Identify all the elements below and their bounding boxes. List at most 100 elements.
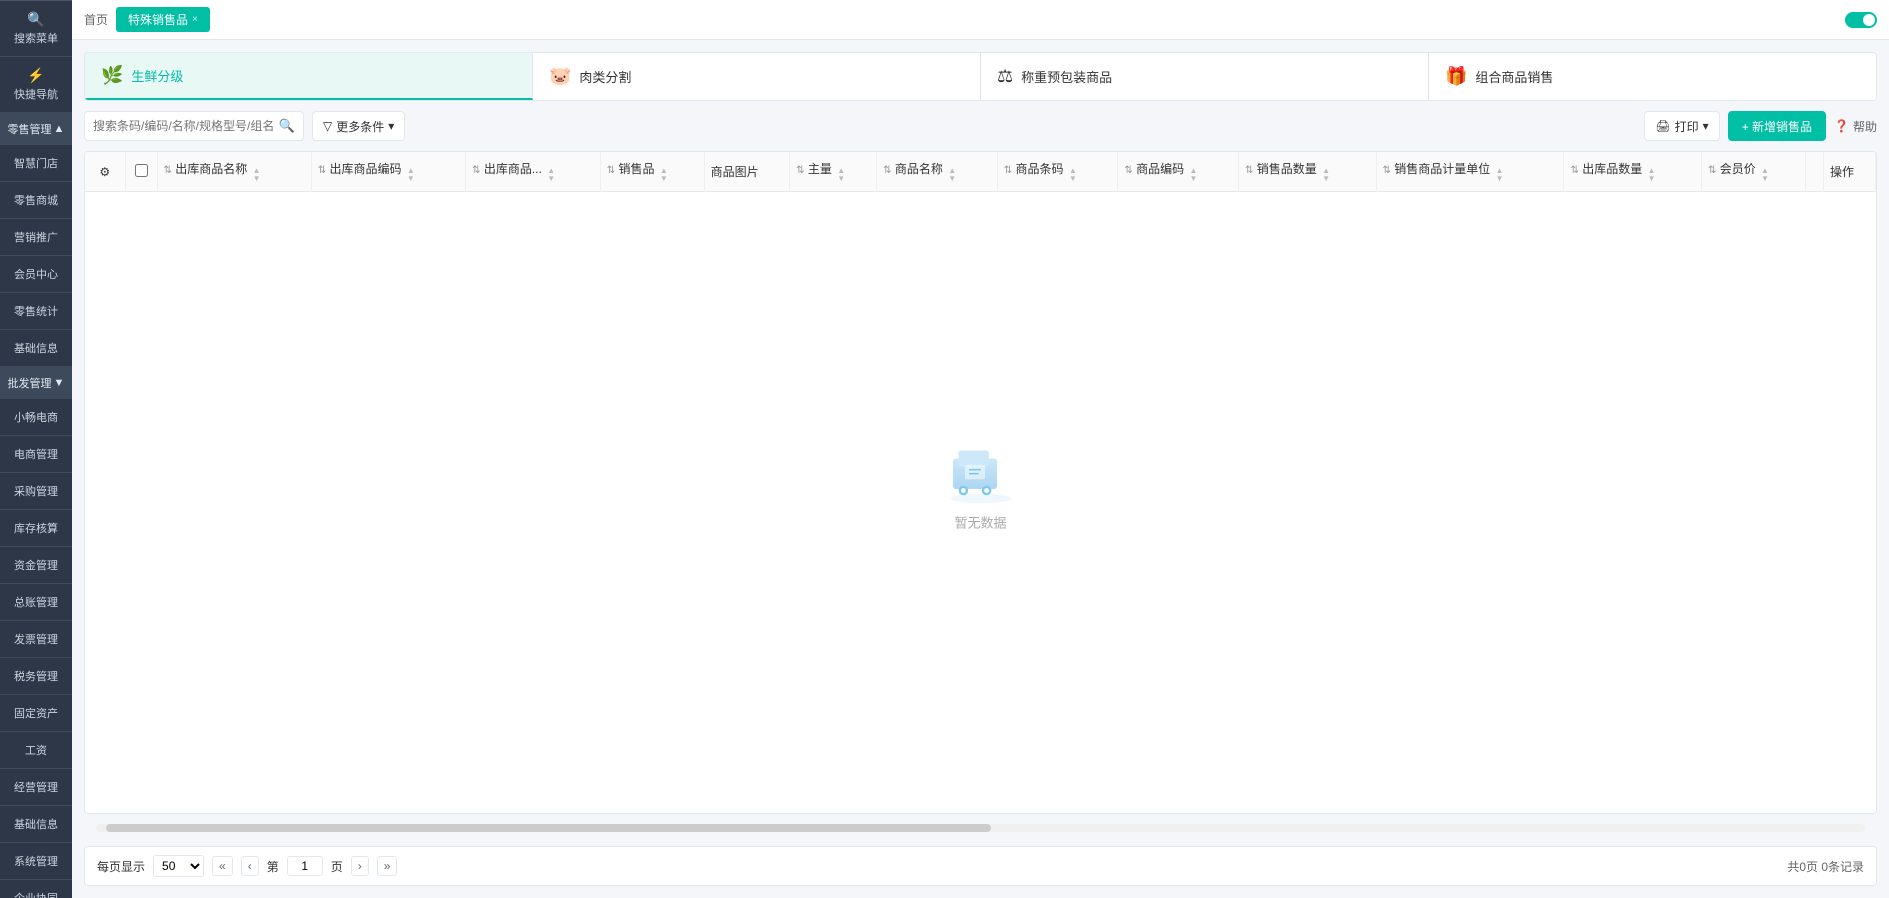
tab-meat-cut-label: 肉类分割 bbox=[579, 67, 631, 86]
th-action: 操作 bbox=[1823, 152, 1875, 192]
th-settings[interactable]: ⚙ bbox=[85, 152, 125, 192]
scrollbar-thumb[interactable] bbox=[106, 824, 991, 832]
tab-combo-sales[interactable]: 🎁 组合商品销售 bbox=[1429, 53, 1876, 100]
sidebar-item-basic-info2[interactable]: 基础信息 bbox=[0, 806, 72, 843]
promo-label: 营销推广 bbox=[14, 229, 58, 245]
th-checkbox[interactable] bbox=[125, 152, 157, 192]
th-out-goods-code[interactable]: ⇅ 出库商品编码 ▲▼ bbox=[311, 152, 465, 192]
sidebar-item-quick-nav[interactable]: ⚡ 快捷导航 bbox=[0, 57, 72, 113]
first-page-button[interactable]: « bbox=[212, 856, 233, 876]
sidebar-item-ops-mgmt[interactable]: 经营管理 bbox=[0, 769, 72, 806]
sidebar-item-invoice[interactable]: 发票管理 bbox=[0, 621, 72, 658]
sidebar-item-purchase[interactable]: 采购管理 bbox=[0, 473, 72, 510]
pagination: 每页显示 50 10 20 100 « ‹ 第 页 › » 共0页 0条记录 bbox=[84, 846, 1877, 886]
th-empty bbox=[1805, 152, 1823, 192]
sidebar-item-salary[interactable]: 工资 bbox=[0, 732, 72, 769]
sort-icons: ▲▼ bbox=[1069, 167, 1077, 183]
tab-weight-prepack-label: 称重预包装商品 bbox=[1021, 67, 1112, 86]
th-goods-barcode[interactable]: ⇅ 商品条码 ▲▼ bbox=[997, 152, 1118, 192]
sort-icons: ▲▼ bbox=[1496, 167, 1504, 183]
th-out-goods-name[interactable]: ⇅ 出库商品名称 ▲▼ bbox=[157, 152, 311, 192]
add-sales-goods-button[interactable]: + 新增销售品 bbox=[1728, 111, 1826, 141]
col-icon: ⇅ bbox=[164, 165, 172, 176]
tab-fresh-grade[interactable]: 🌿 生鲜分级 bbox=[85, 53, 533, 100]
print-button[interactable]: 🖨 打印 ▾ bbox=[1644, 111, 1719, 141]
weight-prepack-icon: ⚖ bbox=[997, 66, 1013, 87]
th-goods-name[interactable]: ⇅ 商品名称 ▲▼ bbox=[877, 152, 998, 192]
sidebar-item-search-menu[interactable]: 🔍 搜索菜单 bbox=[0, 1, 72, 57]
toolbar-left: 🔍 ▽ 更多条件 ▾ bbox=[84, 111, 405, 141]
filter-icon: ▽ bbox=[323, 119, 332, 133]
sidebar-item-member[interactable]: 会员中心 bbox=[0, 256, 72, 293]
th-sales-goods[interactable]: ⇅ 销售品 ▲▼ bbox=[600, 152, 704, 192]
th-label: 会员价 bbox=[1720, 162, 1756, 176]
last-page-button[interactable]: » bbox=[377, 856, 398, 876]
topbar-active-tab[interactable]: 特殊销售品 × bbox=[116, 7, 210, 32]
th-member-price[interactable]: ⇅ 会员价 ▲▼ bbox=[1701, 152, 1805, 192]
col-icon: ⇅ bbox=[1004, 165, 1012, 176]
sidebar-item-inventory[interactable]: 库存核算 bbox=[0, 510, 72, 547]
select-all-checkbox[interactable] bbox=[135, 164, 148, 177]
sidebar-item-label: 快捷导航 bbox=[14, 86, 58, 102]
th-out-goods-spec[interactable]: ⇅ 出库商品... ▲▼ bbox=[466, 152, 601, 192]
sidebar-item-basic-info[interactable]: 基础信息 bbox=[0, 330, 72, 367]
col-icon: ⇅ bbox=[883, 165, 891, 176]
main-content: 首页 特殊销售品 × 🌿 生鲜分级 🐷 肉类分割 ⚖ 称重预包装商品 bbox=[72, 0, 1889, 898]
sort-icons: ▲▼ bbox=[547, 167, 555, 183]
sidebar-item-batch-mgmt[interactable]: 批发管理 ▼ bbox=[0, 367, 72, 399]
th-label: 销售品数量 bbox=[1257, 162, 1317, 176]
horizontal-scrollbar[interactable] bbox=[96, 824, 1865, 832]
prev-page-button[interactable]: ‹ bbox=[241, 856, 259, 876]
sidebar-item-retail-mgmt[interactable]: 零售管理 ▲ bbox=[0, 113, 72, 145]
tax-label: 税务管理 bbox=[14, 668, 58, 684]
th-out-qty[interactable]: ⇅ 出库品数量 ▲▼ bbox=[1564, 152, 1701, 192]
close-tab-icon[interactable]: × bbox=[192, 14, 198, 25]
fixed-assets-label: 固定资产 bbox=[14, 705, 58, 721]
tab-weight-prepack[interactable]: ⚖ 称重预包装商品 bbox=[981, 53, 1429, 100]
sort-icons: ▲▼ bbox=[948, 167, 956, 183]
sidebar-item-mini-shop[interactable]: 小畅电商 bbox=[0, 399, 72, 436]
topbar-toggle[interactable] bbox=[1845, 12, 1877, 28]
data-table: ⚙ ⇅ 出库商品名称 ▲▼ ⇅ 出库商品编码 bbox=[85, 152, 1876, 192]
sort-icons: ▲▼ bbox=[1190, 167, 1198, 183]
sidebar-item-sys-mgmt[interactable]: 系统管理 bbox=[0, 843, 72, 880]
search-input[interactable] bbox=[93, 119, 275, 133]
sidebar-item-fixed-assets[interactable]: 固定资产 bbox=[0, 695, 72, 732]
th-label: 商品图片 bbox=[711, 165, 759, 179]
page-number-input[interactable] bbox=[287, 856, 323, 876]
search-icon[interactable]: 🔍 bbox=[279, 118, 295, 134]
sidebar-item-retail-mall[interactable]: 零售商城 bbox=[0, 182, 72, 219]
tab-meat-cut[interactable]: 🐷 肉类分割 bbox=[533, 53, 981, 100]
sort-icons: ▲▼ bbox=[253, 167, 261, 183]
th-label: 出库商品名称 bbox=[175, 162, 247, 176]
sidebar-item-tax[interactable]: 税务管理 bbox=[0, 658, 72, 695]
th-sales-qty[interactable]: ⇅ 销售品数量 ▲▼ bbox=[1239, 152, 1376, 192]
chevron-up-icon: ▲ bbox=[54, 123, 65, 135]
finance-label: 资金管理 bbox=[14, 557, 58, 573]
sidebar-item-corp-agreement[interactable]: 企业协同 bbox=[0, 880, 72, 898]
tab-cards: 🌿 生鲜分级 🐷 肉类分割 ⚖ 称重预包装商品 🎁 组合商品销售 bbox=[84, 52, 1877, 101]
filter-button[interactable]: ▽ 更多条件 ▾ bbox=[312, 111, 405, 141]
th-goods-image: 商品图片 bbox=[704, 152, 790, 192]
sidebar-item-ecommerce[interactable]: 电商管理 bbox=[0, 436, 72, 473]
sidebar-item-promo[interactable]: 营销推广 bbox=[0, 219, 72, 256]
page-suffix: 页 bbox=[331, 858, 343, 875]
basic-info-label: 基础信息 bbox=[14, 340, 58, 356]
topbar-home-link[interactable]: 首页 bbox=[84, 11, 108, 28]
sidebar-item-finance[interactable]: 资金管理 bbox=[0, 547, 72, 584]
sidebar-item-smart-store[interactable]: 智慧门店 bbox=[0, 145, 72, 182]
page-label: 第 bbox=[267, 858, 279, 875]
per-page-select[interactable]: 50 10 20 100 bbox=[153, 855, 204, 877]
general-ledger-label: 总账管理 bbox=[14, 594, 58, 610]
th-label: 操作 bbox=[1830, 165, 1854, 179]
sidebar-item-general-ledger[interactable]: 总账管理 bbox=[0, 584, 72, 621]
sort-icons: ▲▼ bbox=[407, 167, 415, 183]
search-box[interactable]: 🔍 bbox=[84, 111, 304, 141]
per-page-label: 每页显示 bbox=[97, 858, 145, 875]
th-main-unit[interactable]: ⇅ 主量 ▲▼ bbox=[790, 152, 877, 192]
th-goods-code[interactable]: ⇅ 商品编码 ▲▼ bbox=[1118, 152, 1239, 192]
th-sales-unit[interactable]: ⇅ 销售商品计量单位 ▲▼ bbox=[1376, 152, 1564, 192]
sidebar-item-retail-stats[interactable]: 零售统计 bbox=[0, 293, 72, 330]
next-page-button[interactable]: › bbox=[351, 856, 369, 876]
help-button[interactable]: ❓ 帮助 bbox=[1834, 118, 1877, 135]
